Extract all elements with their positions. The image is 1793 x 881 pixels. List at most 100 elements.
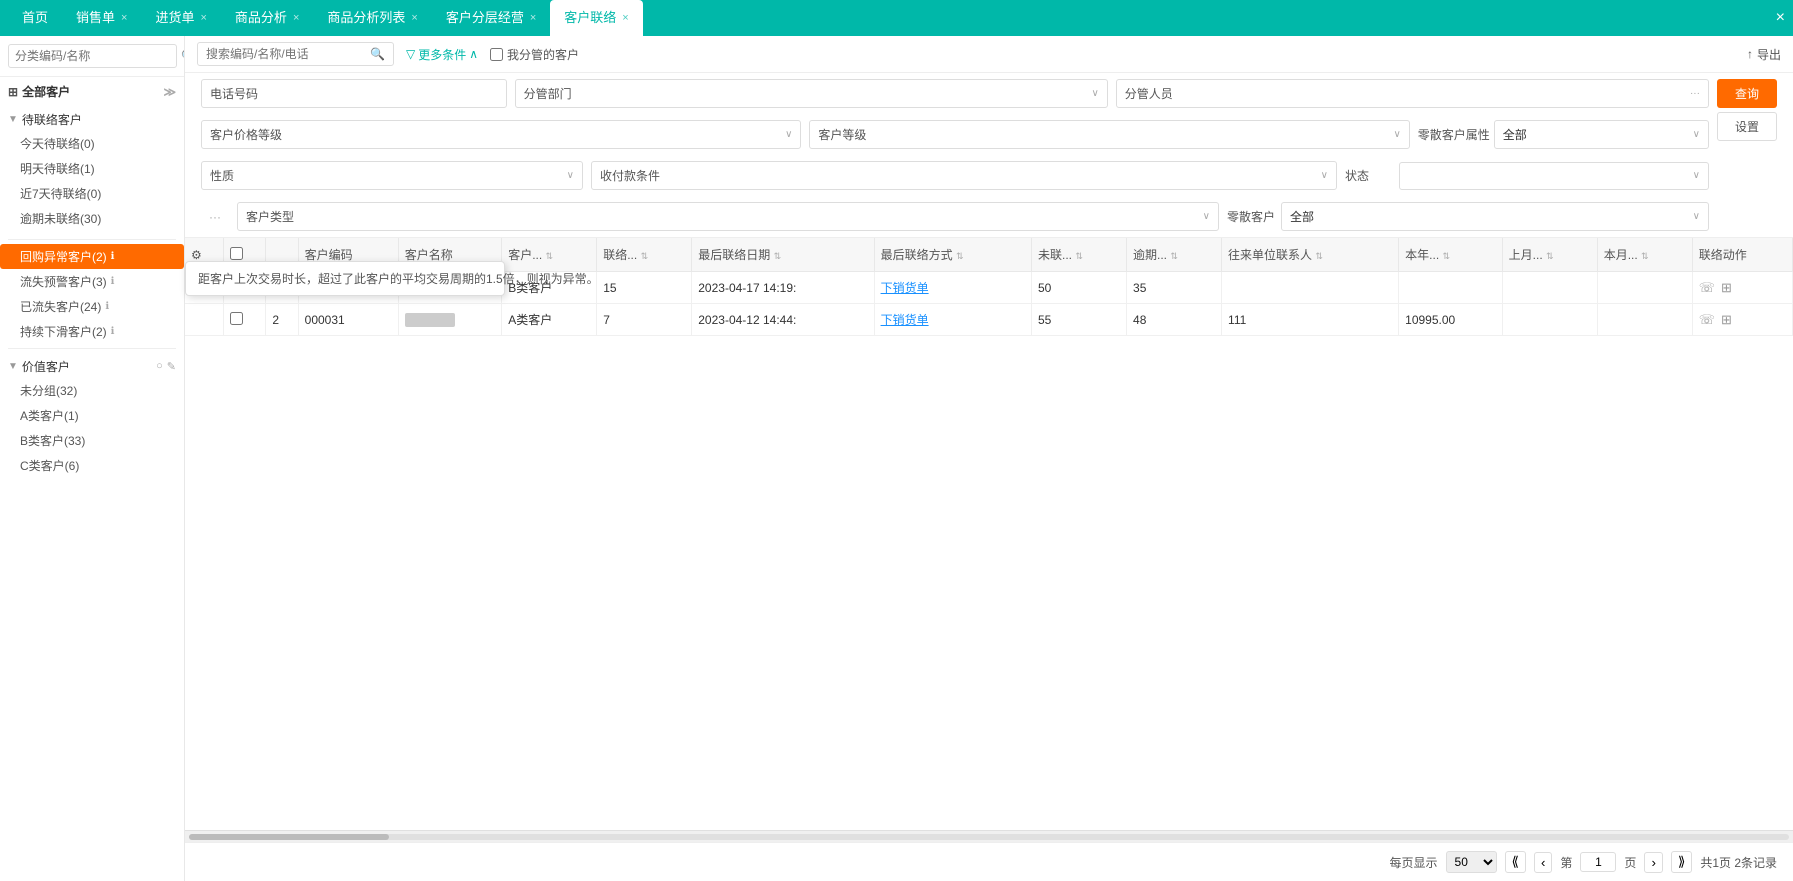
col-type[interactable]: 客户... ⇅ — [502, 238, 597, 272]
filter-retail-attr-select[interactable]: 全部 ∨ — [1494, 120, 1709, 149]
page-number-input[interactable] — [1580, 852, 1616, 872]
row2-phone-icon[interactable]: ☏ — [1699, 312, 1715, 328]
sidebar-item-overdue[interactable]: 逾期未联络(30) — [0, 206, 184, 231]
row2-check[interactable] — [230, 312, 243, 325]
row1-grid-icon[interactable]: ⊞ — [1721, 280, 1732, 296]
sidebar-item-a-class[interactable]: A类客户(1) — [0, 403, 184, 428]
nav-sales-close[interactable]: × — [121, 0, 127, 36]
col-not-contact[interactable]: 未联... ⇅ — [1031, 238, 1126, 272]
sidebar-item-tomorrow[interactable]: 明天待联络(1) — [0, 156, 184, 181]
col-last-contact-date[interactable]: 最后联络日期 ⇅ — [692, 238, 874, 272]
search-bar-icon[interactable]: 🔍 — [370, 47, 385, 61]
row1-not-contact: 50 — [1031, 272, 1126, 304]
value-arrow-icon: ▼ — [8, 361, 18, 372]
search-input[interactable] — [206, 47, 366, 61]
nav-customer-contact[interactable]: 客户联络 × — [550, 0, 642, 36]
row2-not-contact: 55 — [1031, 304, 1126, 336]
more-conditions-btn[interactable]: ▽ 更多条件 ∧ — [406, 46, 478, 63]
nav-purchase-close[interactable]: × — [200, 0, 206, 36]
last-page-btn[interactable]: ⟫ — [1671, 851, 1692, 873]
sidebar-search-input[interactable] — [8, 44, 177, 68]
sidebar-item-rebuy-anomaly[interactable]: 回购异常客户(2) ℹ — [0, 244, 184, 269]
sort-icon-last-month: ⇅ — [1546, 251, 1554, 261]
sidebar-item-c-class[interactable]: C类客户(6) — [0, 453, 184, 478]
row1-overdue: 35 — [1127, 272, 1222, 304]
circle-icon[interactable]: ○ — [156, 360, 163, 373]
sidebar-item-churned[interactable]: 已流失客户(24) ℹ — [0, 294, 184, 319]
row2-this-month — [1597, 304, 1692, 336]
sidebar-item-churn-warning[interactable]: 流失预警客户(3) ℹ — [0, 269, 184, 294]
window-close-icon[interactable]: × — [1776, 9, 1785, 27]
col-this-month[interactable]: 本月... ⇅ — [1597, 238, 1692, 272]
row2-type: A类客户 — [502, 304, 597, 336]
nav-customer-contact-close[interactable]: × — [622, 0, 628, 36]
sidebar-item-declining[interactable]: 持续下滑客户(2) ℹ — [0, 319, 184, 344]
row2-grid-icon[interactable]: ⊞ — [1721, 312, 1732, 328]
sidebar-item-7days[interactable]: 近7天待联络(0) — [0, 181, 184, 206]
sidebar-group-value-title[interactable]: ▼ 价值客户 ○ ✎ — [0, 353, 184, 378]
row1-contact-way-link[interactable]: 下销货单 — [881, 281, 929, 295]
filter-dots[interactable]: ··· — [201, 205, 229, 229]
horizontal-scrollbar[interactable] — [185, 830, 1793, 842]
scroll-track — [189, 834, 1789, 840]
filter-status-select[interactable]: ∨ — [1399, 162, 1709, 190]
row2-last-contact-way: 下销货单 — [874, 304, 1031, 336]
col-this-year[interactable]: 本年... ⇅ — [1399, 238, 1503, 272]
next-page-btn[interactable]: › — [1644, 852, 1662, 873]
tooltip-box: 距客户上次交易时长，超过了此客户的平均交易周期的1.5倍，则视为异常。 — [185, 261, 505, 296]
scroll-thumb[interactable] — [189, 834, 389, 840]
edit-icon[interactable]: ✎ — [167, 360, 176, 373]
filter-status-label: 状态 — [1345, 167, 1395, 184]
col-last-month[interactable]: 上月... ⇅ — [1502, 238, 1597, 272]
sort-icon-type: ⇅ — [546, 251, 554, 261]
nav-product-list[interactable]: 商品分析列表 × — [313, 0, 431, 36]
row1-phone-icon[interactable]: ☏ — [1699, 280, 1715, 296]
nav-home[interactable]: 首页 — [8, 0, 62, 36]
filter-price-level[interactable]: 客户价格等级 ∨ — [201, 120, 801, 149]
col-past-contact[interactable]: 往来单位联系人 ⇅ — [1222, 238, 1399, 272]
col-actions: 联络动作 — [1692, 238, 1792, 272]
filter-payment[interactable]: 收付款条件 ∨ — [591, 161, 1337, 190]
filter-retail-customer-select[interactable]: 全部 ∨ — [1281, 202, 1709, 231]
nav-purchase[interactable]: 进货单 × — [141, 0, 220, 36]
nav-customer-tier[interactable]: 客户分层经营 × — [432, 0, 550, 36]
col-last-contact-way[interactable]: 最后联络方式 ⇅ — [874, 238, 1031, 272]
row1-contact: 15 — [597, 272, 692, 304]
query-button[interactable]: 查询 — [1717, 79, 1777, 108]
nav-sales[interactable]: 销售单 × — [62, 0, 141, 36]
sidebar-item-today[interactable]: 今天待联络(0) — [0, 131, 184, 156]
row2-overdue: 48 — [1127, 304, 1222, 336]
filter-phone-label: 电话号码 — [210, 85, 270, 102]
filter-customer-type[interactable]: 客户类型 ∨ — [237, 202, 1219, 231]
nav-customer-tier-close[interactable]: × — [530, 0, 536, 36]
settings-button[interactable]: 设置 — [1717, 112, 1777, 141]
my-customers-check[interactable] — [490, 48, 503, 61]
collapse-icon[interactable]: ≫ — [163, 85, 176, 99]
per-page-select[interactable]: 50 100 200 — [1446, 851, 1497, 873]
column-settings-icon[interactable]: ⚙ — [191, 248, 202, 262]
sidebar-item-b-class[interactable]: B类客户(33) — [0, 428, 184, 453]
sidebar-all-customers[interactable]: ⊞ 全部客户 ≫ — [0, 77, 184, 106]
row2-contact-way-link[interactable]: 下销货单 — [881, 313, 929, 327]
my-customers-checkbox[interactable]: 我分管的客户 — [490, 46, 579, 63]
filter-dept[interactable]: 分管部门 ∨ — [515, 79, 1108, 108]
nav-product-analysis-close[interactable]: × — [293, 0, 299, 36]
page-suffix: 页 — [1624, 854, 1636, 871]
export-button[interactable]: ↑ 导出 — [1747, 46, 1781, 63]
sidebar-item-ungroup[interactable]: 未分组(32) — [0, 378, 184, 403]
col-overdue[interactable]: 逾期... ⇅ — [1127, 238, 1222, 272]
select-all-checkbox[interactable] — [230, 247, 243, 260]
info-icon-1: ℹ — [111, 276, 115, 287]
filter-phone[interactable]: 电话号码 — [201, 79, 507, 108]
prev-page-btn[interactable]: ‹ — [1534, 852, 1552, 873]
sidebar-group-pending: ▼ 待联络客户 今天待联络(0) 明天待联络(1) 近7天待联络(0) 逾期未联… — [0, 106, 184, 235]
filter-manager[interactable]: 分管人员 ··· — [1116, 79, 1709, 108]
nav-product-list-close[interactable]: × — [411, 0, 417, 36]
filter-customer-level[interactable]: 客户等级 ∨ — [809, 120, 1409, 149]
first-page-btn[interactable]: ⟪ — [1505, 851, 1526, 873]
col-contact[interactable]: 联络... ⇅ — [597, 238, 692, 272]
sidebar-group-pending-title[interactable]: ▼ 待联络客户 — [0, 106, 184, 131]
filter-nature[interactable]: 性质 ∨ — [201, 161, 583, 190]
nav-product-analysis[interactable]: 商品分析 × — [221, 0, 313, 36]
sidebar-divider-2 — [8, 348, 176, 349]
